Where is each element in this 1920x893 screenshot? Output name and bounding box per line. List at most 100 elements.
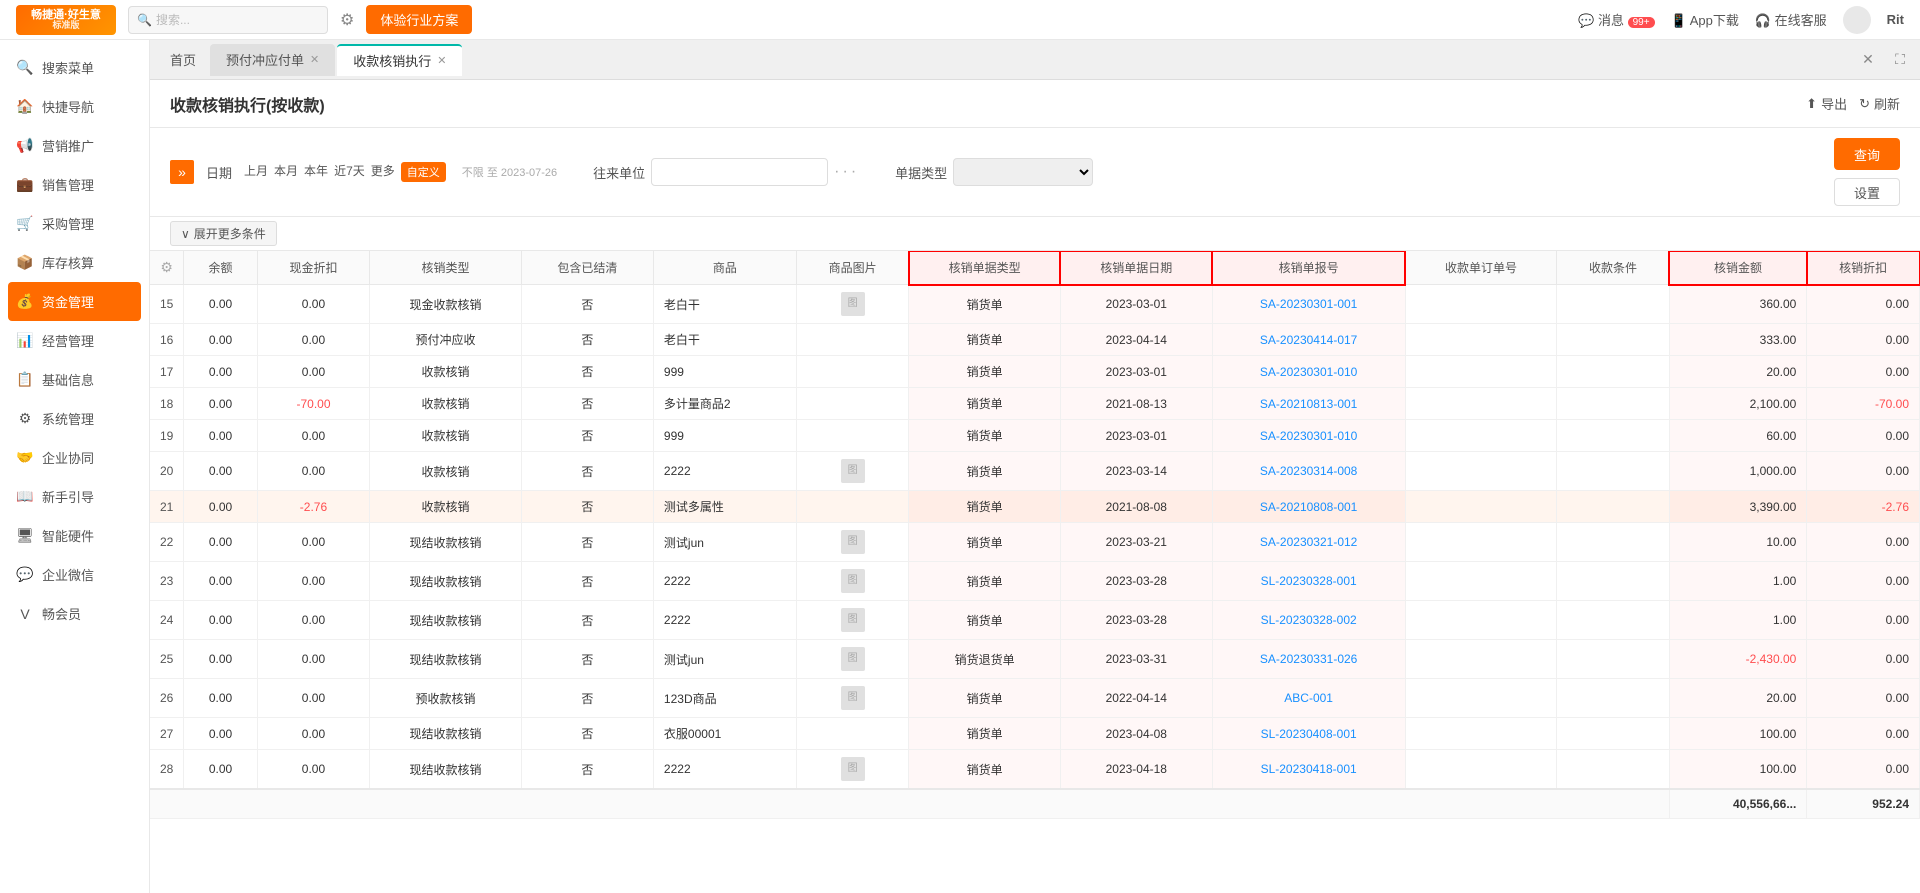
table-row: 20 0.00 0.00 收款核销 否 2222 图 销货单 2023-03-1… — [150, 452, 1920, 491]
bill-no-link[interactable]: SA-20230301-010 — [1260, 429, 1357, 443]
row-bill-date: 2023-03-01 — [1060, 420, 1212, 452]
sidebar-item-finance[interactable]: 💰 资金管理 — [8, 282, 141, 321]
row-goods-img — [796, 324, 909, 356]
row-goods-img — [796, 420, 909, 452]
row-type: 预付冲应收 — [370, 324, 522, 356]
row-write-off-amount: 3,390.00 — [1669, 491, 1807, 523]
bill-no-link[interactable]: SL-20230418-001 — [1261, 762, 1357, 776]
tab-maximize[interactable]: ⛶ — [1888, 48, 1912, 72]
row-cash-discount: 0.00 — [257, 452, 370, 491]
filter-expand-btn[interactable]: » — [170, 160, 194, 184]
sidebar-item-sales[interactable]: 💼 销售管理 — [0, 165, 149, 204]
expand-more-btn[interactable]: ∨ 展开更多条件 — [170, 221, 277, 246]
tab-writeoff[interactable]: 收款核销执行 ✕ — [337, 44, 462, 76]
table-row: 28 0.00 0.00 现结收款核销 否 2222 图 销货单 2023-04… — [150, 750, 1920, 790]
bill-no-link[interactable]: SA-20230321-012 — [1260, 535, 1357, 549]
row-receipt-condition — [1557, 356, 1670, 388]
notifications-label: 消息 — [1598, 13, 1624, 28]
row-id: 22 — [150, 523, 184, 562]
bill-no-link[interactable]: ABC-001 — [1284, 691, 1333, 705]
tab-close-all[interactable]: ✕ — [1856, 48, 1880, 72]
date-link-7days[interactable]: 近7天 — [334, 162, 365, 182]
sidebar-item-basicinfo[interactable]: 📋 基础信息 — [0, 360, 149, 399]
app-logo: 畅捷通·好生意 标准版 — [16, 5, 116, 35]
table-area[interactable]: ⚙ 余额 现金折扣 核销类型 包含已结清 商品 商品图片 核销单据类型 核销单据… — [150, 251, 1920, 893]
query-btn[interactable]: 查询 — [1834, 138, 1900, 170]
row-receipt-condition — [1557, 640, 1670, 679]
sidebar-item-purchase[interactable]: 🛒 采购管理 — [0, 204, 149, 243]
search-icon: 🔍 — [137, 13, 152, 27]
date-link-this-year[interactable]: 本年 — [304, 162, 328, 182]
logo-sub: 标准版 — [52, 21, 79, 31]
date-custom-btn[interactable]: 自定义 — [401, 162, 446, 182]
row-goods: 老白干 — [653, 285, 796, 324]
page-header: 收款核销执行(按收款) ⬆ 导出 ↻ 刷新 — [150, 80, 1920, 128]
gear-icon[interactable]: ⚙ — [340, 10, 354, 30]
tab-prepay-close[interactable]: ✕ — [310, 53, 319, 66]
row-included-settled: 否 — [521, 523, 653, 562]
sidebar-item-nav[interactable]: 🏠 快捷导航 — [0, 87, 149, 126]
row-goods-img — [796, 388, 909, 420]
export-btn[interactable]: ⬆ 导出 — [1806, 94, 1847, 113]
bill-no-link[interactable]: SA-20230301-001 — [1260, 297, 1357, 311]
global-search[interactable]: 🔍 搜索... — [128, 6, 328, 34]
bill-no-link[interactable]: SA-20230314-008 — [1260, 464, 1357, 478]
row-goods: 测试jun — [653, 640, 796, 679]
bill-no-link[interactable]: SL-20230328-001 — [1261, 574, 1357, 588]
row-type: 收款核销 — [370, 452, 522, 491]
date-link-this-month[interactable]: 本月 — [274, 162, 298, 182]
bill-no-link[interactable]: SA-20230301-010 — [1260, 365, 1357, 379]
bill-no-link[interactable]: SA-20210813-001 — [1260, 397, 1357, 411]
row-write-off-amount: 360.00 — [1669, 285, 1807, 324]
row-bill-report-type: 销货单 — [909, 601, 1061, 640]
row-cash-discount: 0.00 — [257, 523, 370, 562]
row-id: 16 — [150, 324, 184, 356]
page-actions: ⬆ 导出 ↻ 刷新 — [1806, 94, 1900, 113]
avatar[interactable] — [1843, 6, 1871, 34]
bill-no-link[interactable]: SA-20210808-001 — [1260, 500, 1357, 514]
sidebar-item-marketing[interactable]: 📢 营销推广 — [0, 126, 149, 165]
sidebar-item-inventory[interactable]: 📦 库存核算 — [0, 243, 149, 282]
row-receipt-condition — [1557, 750, 1670, 790]
sidebar-item-system[interactable]: ⚙ 系统管理 — [0, 399, 149, 438]
sidebar-item-operations[interactable]: 📊 经营管理 — [0, 321, 149, 360]
column-settings-icon[interactable]: ⚙ — [160, 259, 173, 275]
table-row: 18 0.00 -70.00 收款核销 否 多计量商品2 销货单 2021-08… — [150, 388, 1920, 420]
refresh-btn[interactable]: ↻ 刷新 — [1859, 94, 1900, 113]
sidebar-item-hardware[interactable]: 🖥 智能硬件 — [0, 516, 149, 555]
bill-no-link[interactable]: SA-20230331-026 — [1260, 652, 1357, 666]
row-receipt-condition — [1557, 718, 1670, 750]
bill-type-label: 单据类型 — [895, 163, 947, 182]
row-type: 预收款核销 — [370, 679, 522, 718]
summary-write-off-amount: 40,556,66... — [1669, 789, 1807, 819]
sidebar-item-member[interactable]: V 畅会员 — [0, 594, 149, 633]
bill-no-link[interactable]: SA-20230414-017 — [1260, 333, 1357, 347]
col-bill-date: 核销单据日期 — [1060, 251, 1212, 285]
settings-btn[interactable]: 设置 — [1834, 178, 1900, 206]
notification-btn[interactable]: 💬 消息 99+ — [1578, 10, 1654, 29]
row-type: 现结收款核销 — [370, 601, 522, 640]
sidebar-item-guide[interactable]: 📖 新手引导 — [0, 477, 149, 516]
tab-prepay[interactable]: 预付冲应付单 ✕ — [210, 44, 335, 76]
row-id: 24 — [150, 601, 184, 640]
date-link-more[interactable]: 更多 — [371, 162, 395, 182]
sidebar-item-wechat[interactable]: 💬 企业微信 — [0, 555, 149, 594]
sidebar-item-search[interactable]: 🔍 搜索菜单 — [0, 48, 149, 87]
app-download-btn[interactable]: 📱 App下载 — [1671, 10, 1739, 29]
table-body: 15 0.00 0.00 现金收款核销 否 老白干 图 销货单 2023-03-… — [150, 285, 1920, 790]
date-link-last-month[interactable]: 上月 — [244, 162, 268, 182]
row-receipt-order-no — [1405, 388, 1557, 420]
col-bill-report-type: 核销单据类型 — [909, 251, 1061, 285]
export-icon: ⬆ — [1806, 96, 1817, 112]
online-support-btn[interactable]: 🎧 在线客服 — [1755, 10, 1827, 29]
counterparty-input[interactable] — [651, 158, 828, 186]
tab-writeoff-close[interactable]: ✕ — [437, 54, 446, 67]
bill-no-link[interactable]: SL-20230328-002 — [1261, 613, 1357, 627]
industry-solution-btn[interactable]: 体验行业方案 — [366, 5, 472, 34]
sidebar-item-collab[interactable]: 🤝 企业协同 — [0, 438, 149, 477]
bill-no-link[interactable]: SL-20230408-001 — [1261, 727, 1357, 741]
chevron-down-icon: ∨ — [181, 227, 190, 241]
tab-home[interactable]: 首页 — [158, 50, 208, 69]
row-type: 现结收款核销 — [370, 750, 522, 790]
bill-type-select[interactable] — [953, 158, 1093, 186]
